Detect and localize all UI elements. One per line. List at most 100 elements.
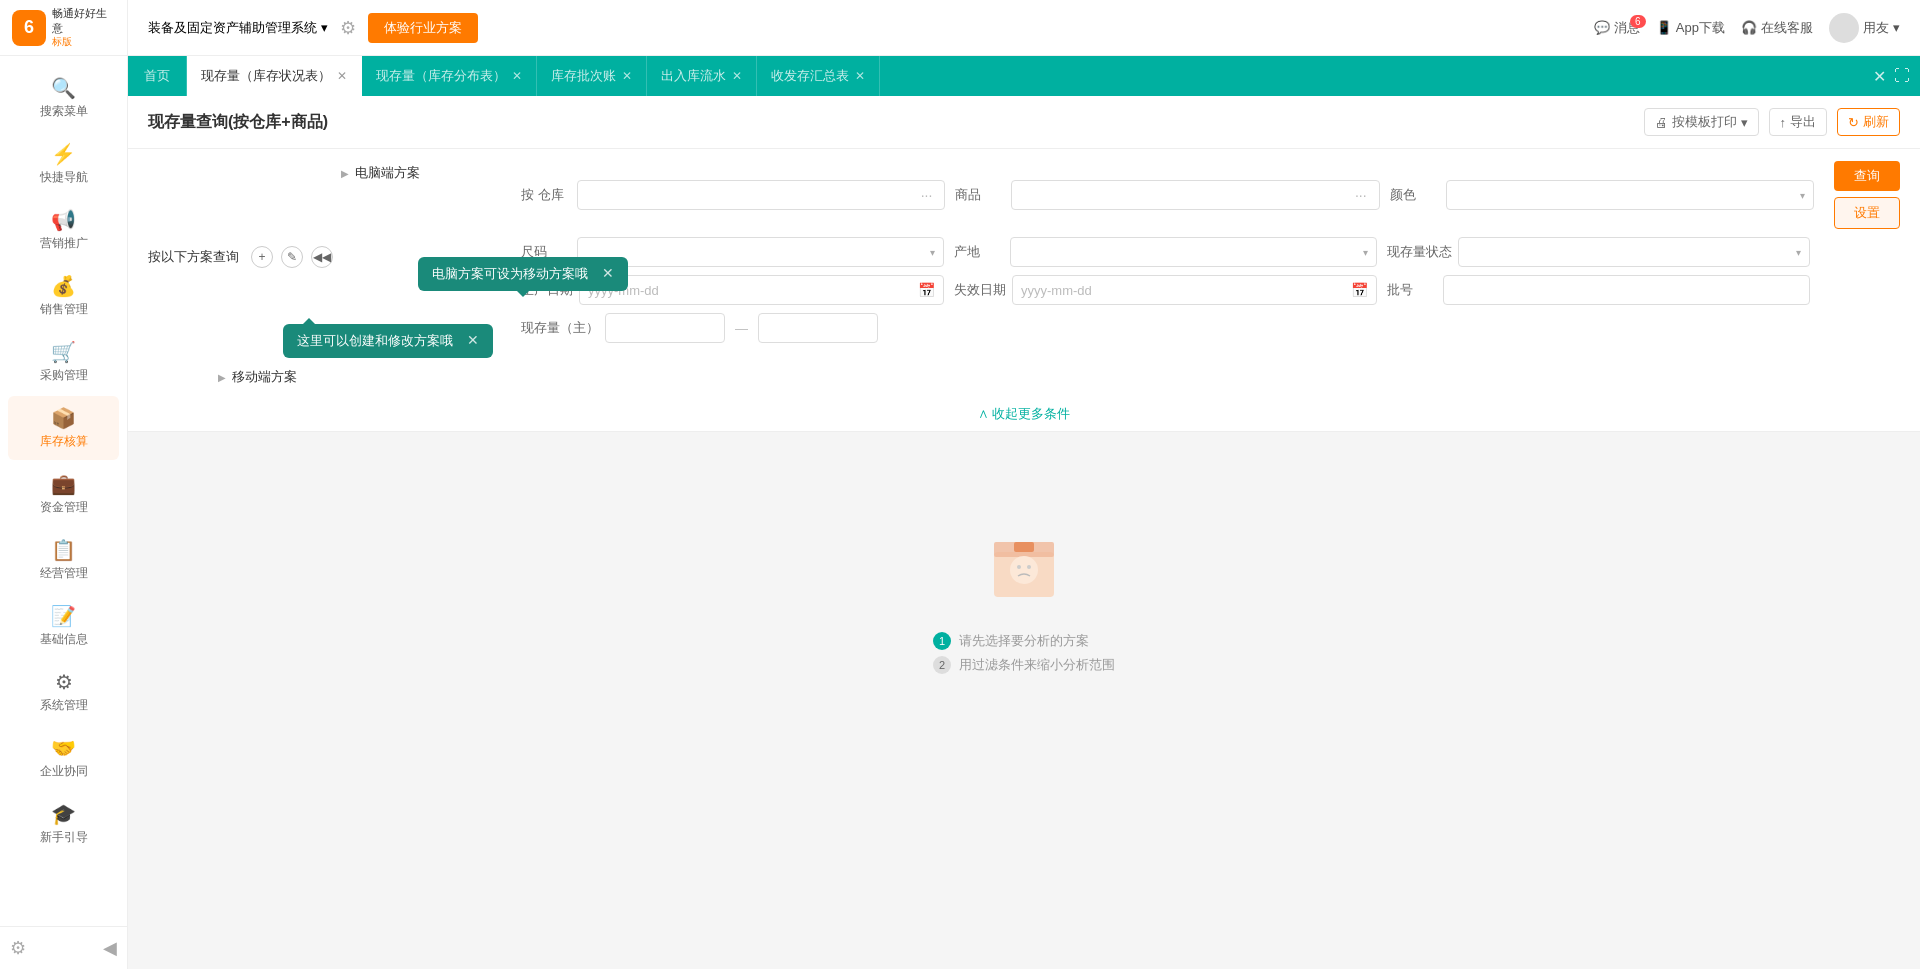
purchase-nav-icon: 🛒 [51,340,76,364]
collapse-sidebar-icon[interactable]: ◀ [103,937,117,959]
goods-filter: 商品 ··· [955,180,1379,210]
origin-select[interactable]: ▾ [1010,237,1377,267]
topbar-left: 装备及固定资产辅助管理系统 ▾ ⚙ 体验行业方案 [148,13,478,43]
main-content: 现存量查询(按仓库+商品) 🖨 按模板打印 ▾ ↑ 导出 ↻ 刷新 按以下方案查… [128,96,1920,969]
sidebar-item-quick[interactable]: ⚡ 快捷导航 [8,132,119,196]
batch-filter: 批号 [1387,275,1810,305]
batch-input[interactable] [1443,275,1810,305]
size-select[interactable]: ▾ [577,237,944,267]
message-icon: 💬 [1594,20,1610,35]
corp-nav-icon: 🤝 [51,736,76,760]
svg-point-3 [1010,556,1038,584]
scheme-mobile-item[interactable]: ▶ 移动端方案 [218,365,1900,389]
tab-close-batch-account[interactable]: ✕ [622,69,632,83]
sidebar-item-purchase[interactable]: 🛒 采购管理 [8,330,119,394]
app-download-button[interactable]: 📱 App下载 [1656,19,1725,37]
empty-step1: 1 请先选择要分析的方案 [933,632,1115,650]
reset-button[interactable]: 设置 [1834,197,1900,229]
search-button[interactable]: 查询 [1834,161,1900,191]
action-buttons: 查询 设置 [1834,161,1900,229]
user-dropdown-icon: ▾ [1893,20,1900,35]
back-scheme-button[interactable]: ◀◀ [311,246,333,268]
tab-home[interactable]: 首页 [128,56,187,96]
tab-close-inventory-dist[interactable]: ✕ [512,69,522,83]
edit-scheme-button[interactable]: ✎ [281,246,303,268]
stock-status-select[interactable]: ▾ [1458,237,1810,267]
topbar-settings-icon[interactable]: ⚙ [340,17,356,39]
topbar: 装备及固定资产辅助管理系统 ▾ ⚙ 体验行业方案 💬 消息 6 📱 App下载 … [128,0,1920,56]
scheme-tree: ▶ 电脑端方案 [341,161,501,185]
online-service-button[interactable]: 🎧 在线客服 [1741,19,1813,37]
page-actions: 🖨 按模板打印 ▾ ↑ 导出 ↻ 刷新 [1644,108,1901,136]
stock-main-label: 现存量（主） [521,319,599,337]
scheme-pc-item[interactable]: ▶ 电脑端方案 [341,161,501,185]
basic-nav-icon: 📝 [51,604,76,628]
tabbar-end: ✕ ⛶ [1863,56,1920,96]
tab-close-all-icon[interactable]: ✕ [1873,67,1886,86]
warehouse-label: 按 仓库 [521,186,571,204]
tooltip2-close-button[interactable]: ✕ [467,332,479,348]
sidebar-item-operation[interactable]: 📋 经营管理 [8,528,119,592]
operation-nav-icon: 📋 [51,538,76,562]
color-filter: 颜色 ▾ [1390,180,1814,210]
tab-recv-summary[interactable]: 收发存汇总表 ✕ [757,56,880,96]
tab-close-inventory-status[interactable]: ✕ [337,69,347,83]
tab-batch-account[interactable]: 库存批次账 ✕ [537,56,647,96]
pc-arrow-icon: ▶ [341,168,349,179]
sales-nav-icon: 💰 [51,274,76,298]
tab-inout-flow[interactable]: 出入库流水 ✕ [647,56,757,96]
range-separator: — [731,321,752,336]
page-header: 现存量查询(按仓库+商品) 🖨 按模板打印 ▾ ↑ 导出 ↻ 刷新 [128,96,1920,149]
marketing-nav-icon: 📢 [51,208,76,232]
mobile-arrow-icon: ▶ [218,372,226,383]
sidebar-item-corp[interactable]: 🤝 企业协同 [8,726,119,790]
print-icon: 🖨 [1655,115,1668,130]
tab-inventory-dist[interactable]: 现存量（库存分布表） ✕ [362,56,537,96]
sidebar-item-basic[interactable]: 📝 基础信息 [8,594,119,658]
tab-close-recv-summary[interactable]: ✕ [855,69,865,83]
sidebar-bottom: ⚙ ◀ [0,926,127,969]
sidebar-item-marketing[interactable]: 📢 营销推广 [8,198,119,262]
color-select[interactable]: ▾ [1446,180,1814,210]
export-button[interactable]: ↑ 导出 [1769,108,1828,136]
sidebar-item-sales[interactable]: 💰 销售管理 [8,264,119,328]
tab-inventory-status[interactable]: 现存量（库存状况表） ✕ [187,56,362,96]
sidebar-nav: 🔍 搜索菜单 ⚡ 快捷导航 📢 营销推广 💰 销售管理 🛒 采购管理 📦 库存核… [0,56,127,926]
user-button[interactable]: 用友 ▾ [1829,13,1900,43]
refresh-button[interactable]: ↻ 刷新 [1837,108,1900,136]
add-scheme-button[interactable]: + [251,246,273,268]
warehouse-select[interactable]: ··· [577,180,945,210]
sidebar-item-system[interactable]: ⚙ 系统管理 [8,660,119,724]
print-button[interactable]: 🖨 按模板打印 ▾ [1644,108,1759,136]
topbar-right: 💬 消息 6 📱 App下载 🎧 在线客服 用友 ▾ [1594,13,1900,43]
tab-expand-icon[interactable]: ⛶ [1894,67,1910,85]
sidebar-item-search[interactable]: 🔍 搜索菜单 [8,66,119,130]
stock-main-max-input[interactable] [758,313,878,343]
phone-icon: 📱 [1656,20,1672,35]
system-title-dropdown[interactable]: 装备及固定资产辅助管理系统 ▾ [148,19,328,37]
exp-date-input[interactable]: yyyy-mm-dd 📅 [1012,275,1377,305]
sidebar: 6 畅通好好生意 标版 🔍 搜索菜单 ⚡ 快捷导航 📢 营销推广 💰 销售管理 … [0,0,128,969]
warehouse-filter: 按 仓库 ··· [521,180,945,210]
sidebar-item-guide[interactable]: 🎓 新手引导 [8,792,119,856]
tooltip-create-scheme: 这里可以创建和修改方案哦 ✕ [283,324,493,358]
exp-date-calendar-icon: 📅 [1351,282,1368,298]
stock-main-min-input[interactable] [605,313,725,343]
export-icon: ↑ [1780,115,1787,130]
goods-select[interactable]: ··· [1011,180,1379,210]
collapse-filter-button[interactable]: ∧ 收起更多条件 [148,397,1900,431]
guide-nav-icon: 🎓 [51,802,76,826]
exp-date-filter: 失效日期 yyyy-mm-dd 📅 [954,275,1377,305]
sidebar-item-finance[interactable]: 💼 资金管理 [8,462,119,526]
prod-date-input[interactable]: yyyy-mm-dd 📅 [579,275,944,305]
message-button[interactable]: 💬 消息 6 [1594,19,1640,37]
empty-step2: 2 用过滤条件来缩小分析范围 [933,656,1115,674]
sidebar-item-inventory[interactable]: 📦 库存核算 [8,396,119,460]
settings-bottom-icon[interactable]: ⚙ [10,937,26,959]
svg-point-5 [1027,565,1031,569]
tab-close-inout-flow[interactable]: ✕ [732,69,742,83]
industry-solution-button[interactable]: 体验行业方案 [368,13,478,43]
stock-status-filter: 现存量状态 ▾ [1387,237,1810,267]
tooltip1-close-button[interactable]: ✕ [602,265,614,281]
quick-nav-icon: ⚡ [51,142,76,166]
